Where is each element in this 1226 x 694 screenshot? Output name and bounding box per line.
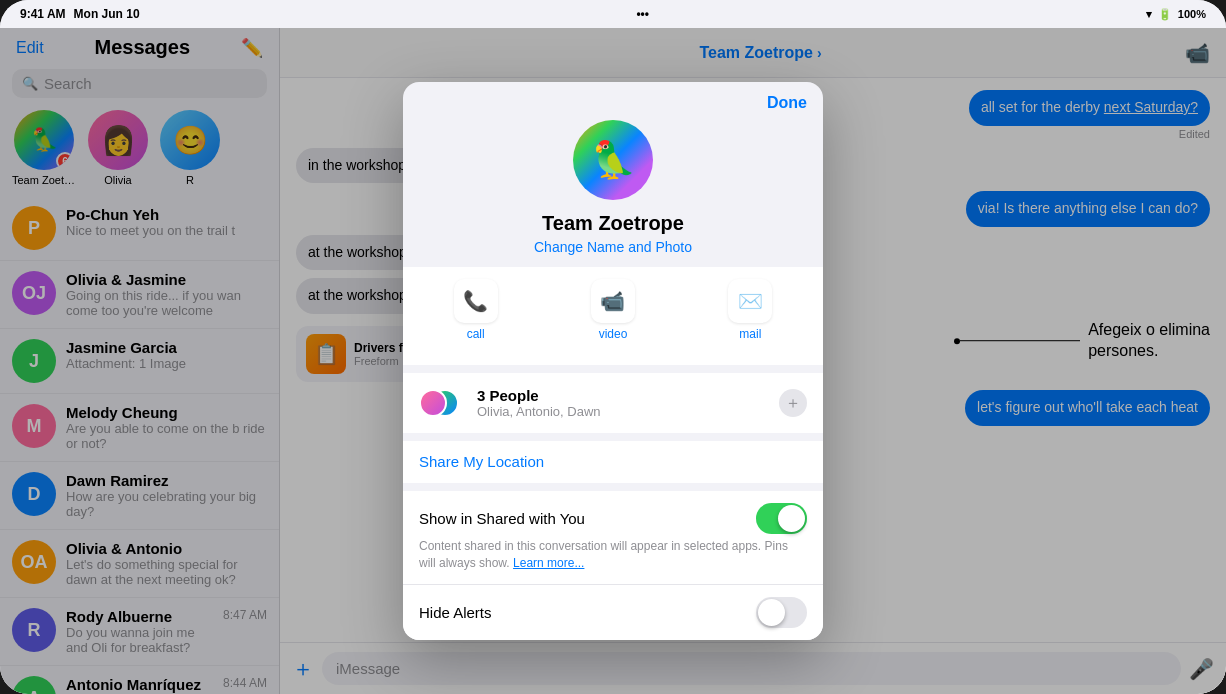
add-person-button[interactable]: ＋ — [779, 389, 807, 417]
annotation-text: Afegeix o eliminapersones. — [1088, 320, 1210, 362]
status-date: Mon Jun 10 — [74, 7, 140, 21]
people-avatar-1 — [419, 389, 447, 417]
show-shared-toggle[interactable] — [756, 503, 807, 534]
learn-more-link[interactable]: Learn more... — [513, 556, 584, 570]
video-icon: 📹 — [591, 279, 635, 323]
toggle-knob — [758, 599, 785, 626]
mail-action-button[interactable]: ✉️ mail — [694, 267, 807, 353]
group-avatar-image: 🦜 — [573, 120, 653, 200]
status-bar-left: 9:41 AM Mon Jun 10 — [20, 7, 140, 21]
hide-alerts-toggle[interactable] — [756, 597, 807, 628]
people-avatars — [419, 385, 467, 421]
toggle-description: Content shared in this conversation will… — [419, 538, 807, 572]
modal-group-name: Team Zoetrope — [403, 212, 823, 239]
status-bar-center: ••• — [636, 7, 649, 21]
modal-group-avatar: 🦜 — [403, 112, 823, 212]
show-shared-toggle-row: Show in Shared with You Content shared i… — [403, 491, 823, 585]
modal-action-buttons: 📞 call 📹 video ✉️ mail — [403, 267, 823, 365]
battery-percent: 100% — [1178, 8, 1206, 20]
people-row: 3 People Olivia, Antonio, Dawn ＋ — [403, 373, 823, 433]
share-location-button[interactable]: Share My Location — [419, 453, 544, 470]
status-bar-right: ▾ 🔋 100% — [1146, 8, 1206, 21]
battery-icon: 🔋 — [1158, 8, 1172, 21]
call-action-button[interactable]: 📞 call — [419, 267, 532, 353]
hide-alerts-label: Hide Alerts — [419, 604, 492, 621]
annotation: Afegeix o eliminapersones. — [954, 320, 1210, 362]
status-bar: 9:41 AM Mon Jun 10 ••• ▾ 🔋 100% — [0, 0, 1226, 28]
annotation-line — [960, 341, 1080, 342]
people-count: 3 People — [477, 387, 769, 404]
mail-icon: ✉️ — [728, 279, 772, 323]
video-action-button[interactable]: 📹 video — [556, 267, 669, 353]
modal-header: Done — [403, 82, 823, 112]
wifi-icon: ▾ — [1146, 8, 1152, 21]
people-section: 3 People Olivia, Antonio, Dawn ＋ — [403, 373, 823, 433]
video-label: video — [599, 327, 628, 341]
call-label: call — [467, 327, 485, 341]
modal-overlay: Done 🦜 Team Zoetrope Change Name and Pho… — [0, 28, 1226, 694]
hide-alerts-row: Hide Alerts — [403, 585, 823, 640]
toggle-row-header: Show in Shared with You — [419, 503, 807, 534]
status-time: 9:41 AM — [20, 7, 66, 21]
toggle-knob — [778, 505, 805, 532]
people-info: 3 People Olivia, Antonio, Dawn — [477, 387, 769, 419]
modal-sheet: Done 🦜 Team Zoetrope Change Name and Pho… — [403, 82, 823, 640]
show-shared-label: Show in Shared with You — [419, 510, 585, 527]
change-name-photo-link[interactable]: Change Name and Photo — [403, 239, 823, 267]
mail-label: mail — [739, 327, 761, 341]
people-names: Olivia, Antonio, Dawn — [477, 404, 769, 419]
call-icon: 📞 — [454, 279, 498, 323]
done-button[interactable]: Done — [767, 94, 807, 112]
share-location-section: Share My Location — [403, 441, 823, 483]
